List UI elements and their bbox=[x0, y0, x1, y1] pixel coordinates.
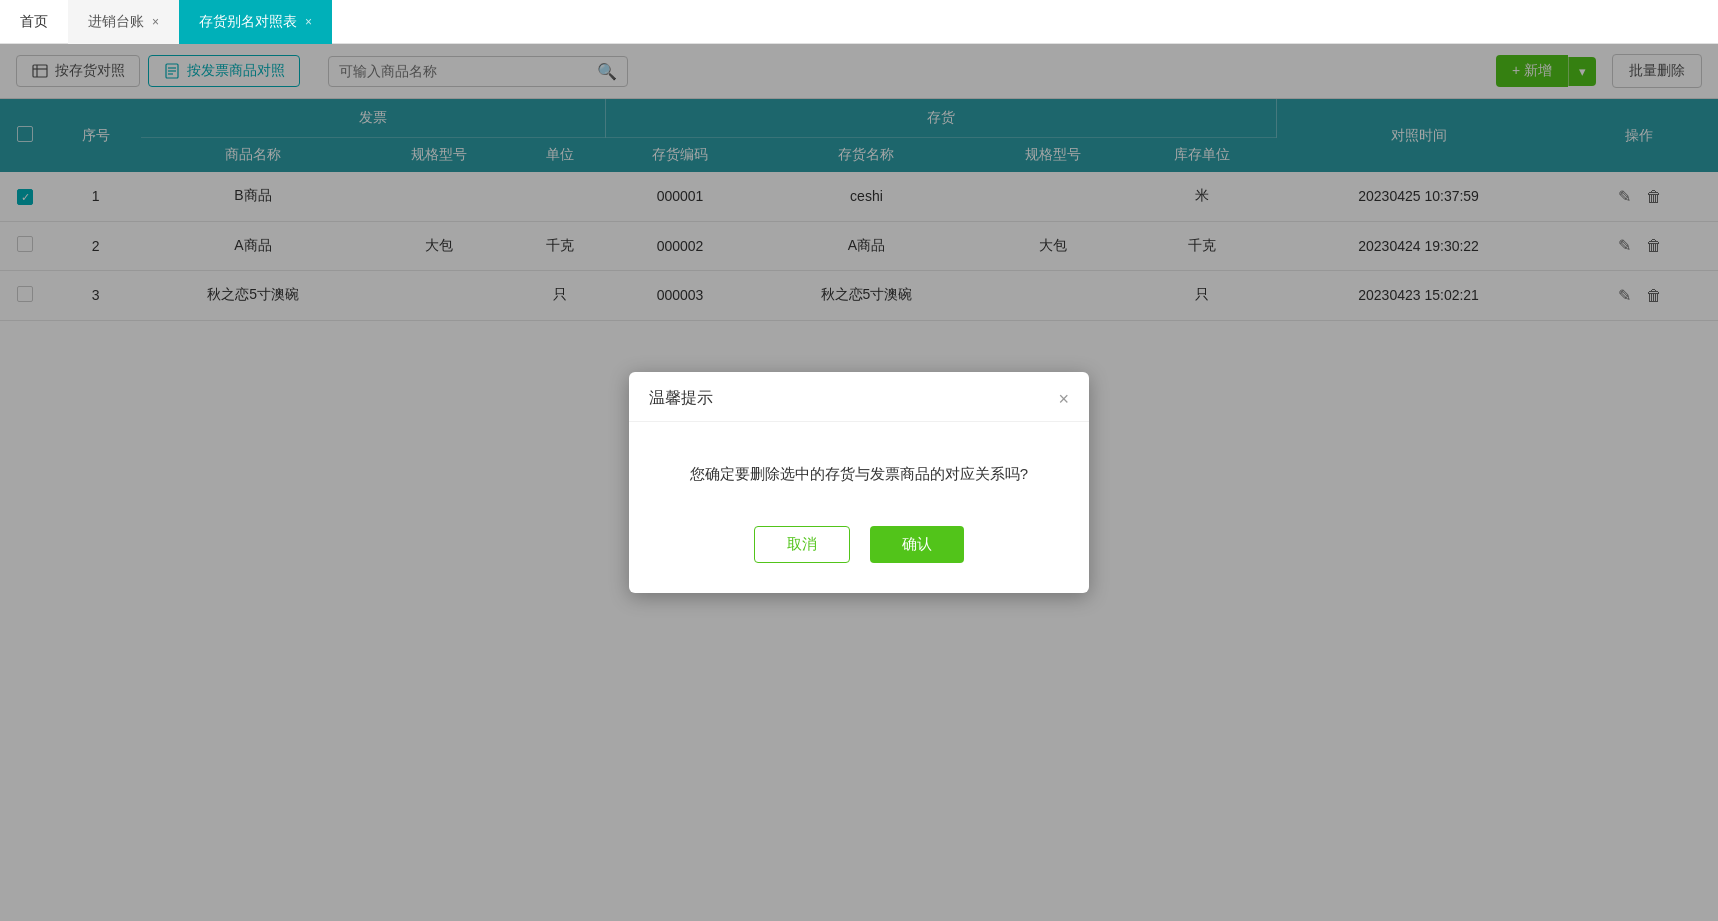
modal-close-btn[interactable]: × bbox=[1058, 390, 1069, 408]
modal-overlay: 温馨提示 × 您确定要删除选中的存货与发票商品的对应关系吗? 取消 确认 bbox=[0, 44, 1718, 921]
modal-title: 温馨提示 bbox=[649, 388, 713, 409]
tab-home-label: 首页 bbox=[20, 13, 48, 31]
modal-header: 温馨提示 × bbox=[629, 372, 1089, 422]
tab-home[interactable]: 首页 bbox=[0, 0, 68, 44]
tab-mapping[interactable]: 存货别名对照表 × bbox=[179, 0, 332, 44]
modal-confirm-btn[interactable]: 确认 bbox=[870, 526, 964, 563]
confirm-modal: 温馨提示 × 您确定要删除选中的存货与发票商品的对应关系吗? 取消 确认 bbox=[629, 372, 1089, 593]
tab-ledger[interactable]: 进销台账 × bbox=[68, 0, 179, 44]
tab-mapping-label: 存货别名对照表 bbox=[199, 13, 297, 31]
modal-footer: 取消 确认 bbox=[629, 516, 1089, 593]
modal-message: 您确定要删除选中的存货与发票商品的对应关系吗? bbox=[659, 462, 1059, 486]
tab-ledger-label: 进销台账 bbox=[88, 13, 144, 31]
tab-bar: 首页 进销台账 × 存货别名对照表 × bbox=[0, 0, 1718, 44]
tab-ledger-close[interactable]: × bbox=[152, 15, 159, 29]
tab-mapping-close[interactable]: × bbox=[305, 15, 312, 29]
modal-body: 您确定要删除选中的存货与发票商品的对应关系吗? bbox=[629, 422, 1089, 516]
main-content: 按存货对照 按发票商品对照 🔍 + 新增 ▾ bbox=[0, 44, 1718, 921]
modal-cancel-btn[interactable]: 取消 bbox=[754, 526, 850, 563]
